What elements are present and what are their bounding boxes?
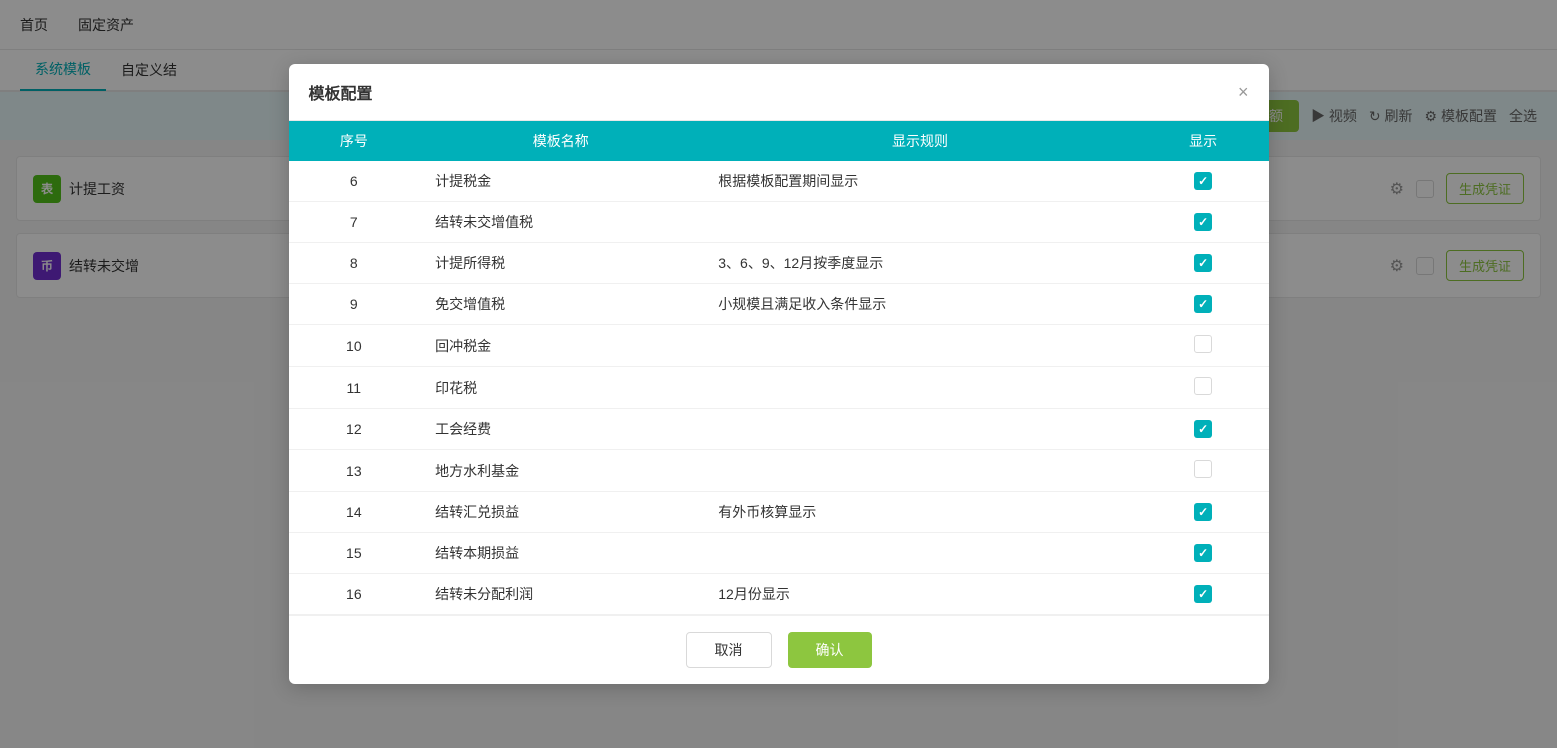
checkbox-row-8[interactable] [1194,503,1212,521]
checkbox-row-3[interactable] [1194,295,1212,313]
col-header-rule: 显示规则 [702,121,1138,161]
row-1-display [1138,202,1269,243]
row-5-display [1138,367,1269,409]
modal-table: 序号 模板名称 显示规则 显示 6计提税金根据模板配置期间显示7结转未交增值税8… [289,121,1269,615]
checkbox-row-9[interactable] [1194,544,1212,562]
checkbox-row-5[interactable] [1194,377,1212,395]
table-row: 12工会经费 [289,409,1269,450]
checkbox-row-0[interactable] [1194,172,1212,190]
row-3-name: 免交增值税 [419,284,702,325]
table-row: 10回冲税金 [289,325,1269,367]
row-9-display [1138,533,1269,574]
row-5-name: 印花税 [419,367,702,409]
row-2-name: 计提所得税 [419,243,702,284]
checkbox-row-1[interactable] [1194,213,1212,231]
col-header-name: 模板名称 [419,121,702,161]
table-row: 15结转本期损益 [289,533,1269,574]
row-3-rule: 小规模且满足收入条件显示 [702,284,1138,325]
table-row: 11印花税 [289,367,1269,409]
row-6-name: 工会经费 [419,409,702,450]
modal-footer: 取消 确认 [289,615,1269,684]
row-10-rule: 12月份显示 [702,574,1138,615]
row-8-rule: 有外币核算显示 [702,492,1138,533]
row-8-id: 14 [289,492,420,533]
row-10-display [1138,574,1269,615]
row-10-id: 16 [289,574,420,615]
confirm-button[interactable]: 确认 [788,632,872,668]
row-4-id: 10 [289,325,420,367]
row-7-display [1138,450,1269,492]
table-header-row: 序号 模板名称 显示规则 显示 [289,121,1269,161]
table-wrapper: 序号 模板名称 显示规则 显示 6计提税金根据模板配置期间显示7结转未交增值税8… [289,121,1269,615]
modal: 模板配置 × 序号 模板名称 显示规则 显示 6计提税金根据模板配置期间显示7结… [289,64,1269,684]
row-0-rule: 根据模板配置期间显示 [702,161,1138,202]
modal-title: 模板配置 [309,80,373,104]
table-row: 13地方水利基金 [289,450,1269,492]
row-1-rule [702,202,1138,243]
row-8-name: 结转汇兑损益 [419,492,702,533]
table-row: 14结转汇兑损益有外币核算显示 [289,492,1269,533]
table-row: 6计提税金根据模板配置期间显示 [289,161,1269,202]
row-4-display [1138,325,1269,367]
row-1-name: 结转未交增值税 [419,202,702,243]
row-8-display [1138,492,1269,533]
checkbox-row-6[interactable] [1194,420,1212,438]
close-button[interactable]: × [1238,83,1249,101]
row-3-id: 9 [289,284,420,325]
table-row: 16结转未分配利润12月份显示 [289,574,1269,615]
row-7-rule [702,450,1138,492]
row-9-name: 结转本期损益 [419,533,702,574]
row-6-display [1138,409,1269,450]
checkbox-row-2[interactable] [1194,254,1212,272]
row-6-id: 12 [289,409,420,450]
row-2-display [1138,243,1269,284]
row-5-id: 11 [289,367,420,409]
row-2-id: 8 [289,243,420,284]
row-5-rule [702,367,1138,409]
checkbox-row-4[interactable] [1194,335,1212,353]
row-0-name: 计提税金 [419,161,702,202]
row-1-id: 7 [289,202,420,243]
modal-header: 模板配置 × [289,64,1269,121]
row-9-id: 15 [289,533,420,574]
row-0-display [1138,161,1269,202]
row-7-id: 13 [289,450,420,492]
row-3-display [1138,284,1269,325]
row-10-name: 结转未分配利润 [419,574,702,615]
col-header-id: 序号 [289,121,420,161]
col-header-display: 显示 [1138,121,1269,161]
row-6-rule [702,409,1138,450]
row-9-rule [702,533,1138,574]
table-row: 8计提所得税3、6、9、12月按季度显示 [289,243,1269,284]
table-row: 9免交增值税小规模且满足收入条件显示 [289,284,1269,325]
row-4-rule [702,325,1138,367]
checkbox-row-10[interactable] [1194,585,1212,603]
cancel-button[interactable]: 取消 [686,632,772,668]
modal-overlay: 模板配置 × 序号 模板名称 显示规则 显示 6计提税金根据模板配置期间显示7结… [0,0,1557,748]
table-row: 7结转未交增值税 [289,202,1269,243]
row-0-id: 6 [289,161,420,202]
row-2-rule: 3、6、9、12月按季度显示 [702,243,1138,284]
checkbox-row-7[interactable] [1194,460,1212,478]
row-7-name: 地方水利基金 [419,450,702,492]
row-4-name: 回冲税金 [419,325,702,367]
